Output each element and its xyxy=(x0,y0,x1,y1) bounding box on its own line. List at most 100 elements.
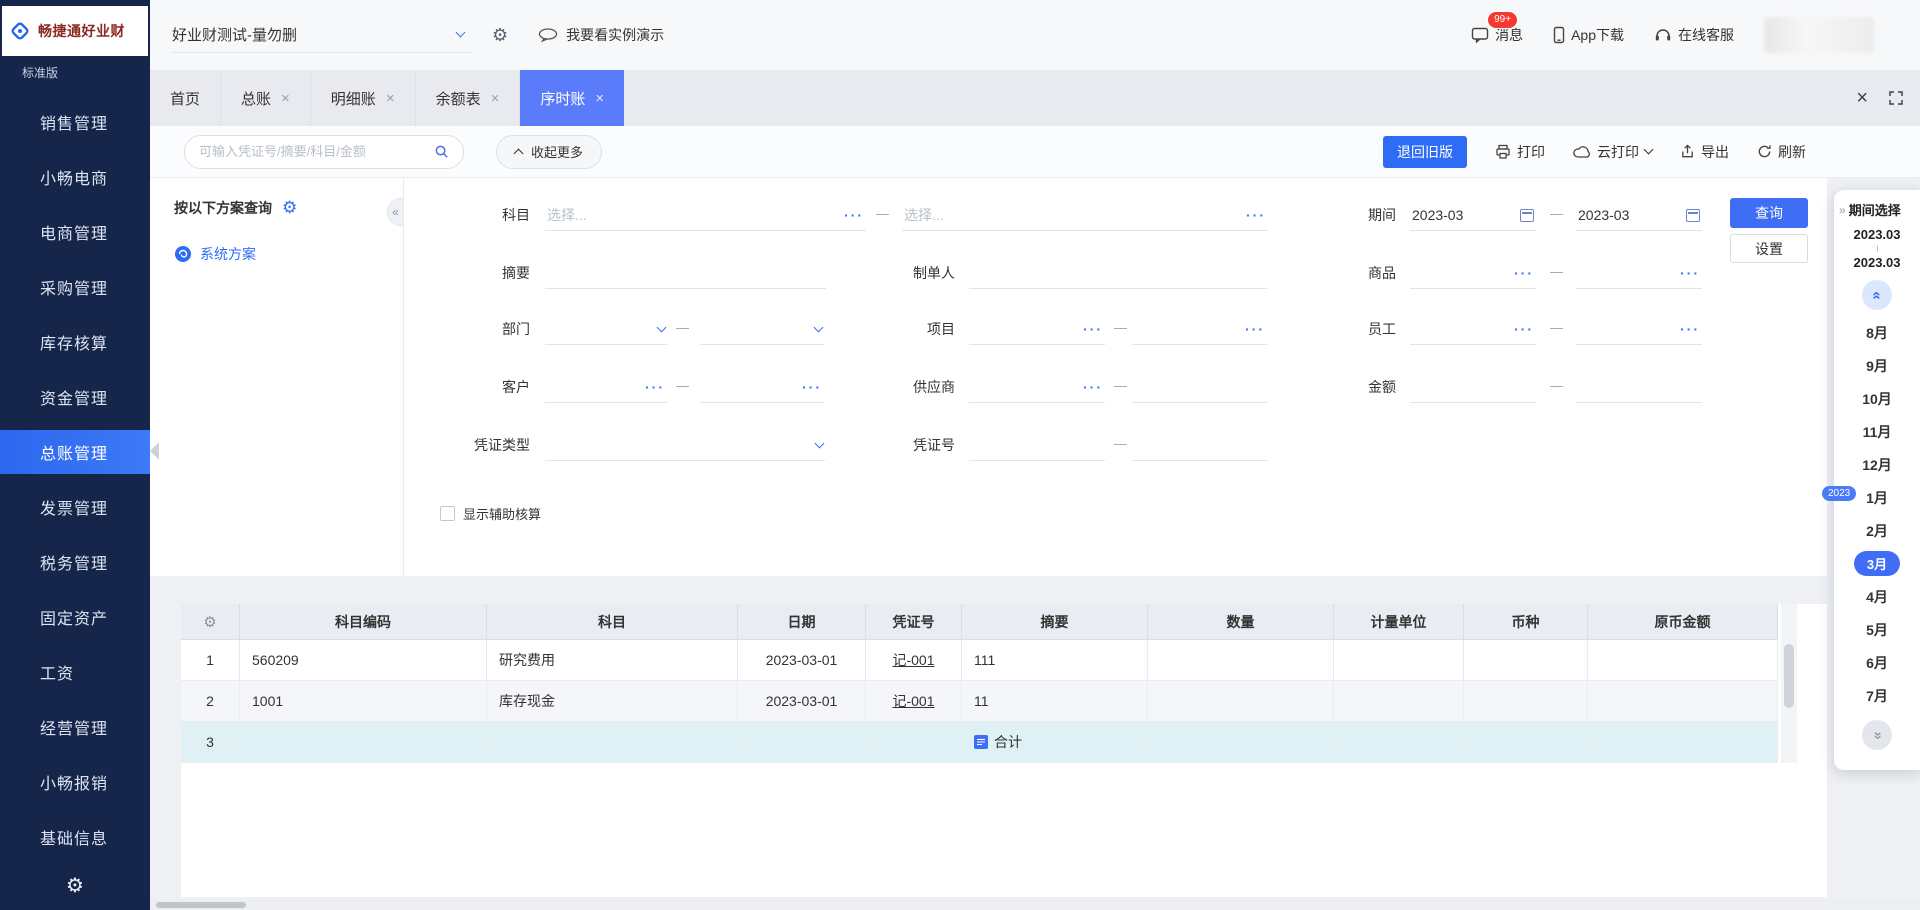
scroll-months-up-button[interactable]: « xyxy=(1862,280,1892,310)
col-header[interactable]: 日期 xyxy=(738,604,866,640)
search-icon[interactable] xyxy=(434,144,449,159)
col-header[interactable]: 计量单位 xyxy=(1334,604,1464,640)
print-button[interactable]: 打印 xyxy=(1495,142,1545,162)
fullscreen-icon[interactable] xyxy=(1888,70,1904,126)
horizontal-scrollbar[interactable] xyxy=(150,900,1920,910)
chevron-down-icon[interactable] xyxy=(814,438,825,448)
col-header[interactable]: 科目编码 xyxy=(240,604,487,640)
app-download-button[interactable]: App下载 xyxy=(1553,25,1624,45)
supplier-from-field[interactable]: ··· xyxy=(969,372,1105,403)
scheme-item-system[interactable]: 系统方案 xyxy=(174,244,403,264)
voucher-no-from-input[interactable] xyxy=(971,437,1103,453)
cloud-print-button[interactable]: 云打印 xyxy=(1573,142,1654,162)
col-header[interactable]: 凭证号 xyxy=(866,604,962,640)
period-panel-collapse-handle[interactable]: » xyxy=(1839,203,1846,217)
subject-to-select[interactable]: 选择... ··· xyxy=(902,200,1268,231)
tab-detail-ledger[interactable]: 明细账 × xyxy=(311,70,416,126)
scheme-gear-icon[interactable]: ⚙ xyxy=(282,198,297,218)
scroll-months-down-button[interactable]: « xyxy=(1862,720,1892,750)
sidebar-collapse-handle[interactable] xyxy=(150,442,159,460)
table-gear-icon[interactable]: ⚙ xyxy=(203,613,216,631)
goods-from-field[interactable]: ··· xyxy=(1410,258,1536,289)
sidebar-item-purchase-mgmt[interactable]: 采购管理 xyxy=(0,265,150,309)
project-to-field[interactable]: ··· xyxy=(1132,314,1267,345)
ellipsis-picker-button[interactable]: ··· xyxy=(802,379,822,395)
month-item[interactable]: 9月 xyxy=(1834,349,1920,382)
show-aux-checkbox-row[interactable]: 显示辅助核算 xyxy=(440,504,541,523)
ellipsis-picker-button[interactable]: ··· xyxy=(1246,207,1266,223)
summary-field[interactable] xyxy=(545,258,826,289)
close-icon[interactable]: × xyxy=(491,90,500,107)
dept-from-input[interactable] xyxy=(547,321,658,337)
sidebar-item-general-ledger[interactable]: 总账管理 xyxy=(0,430,150,474)
month-item[interactable]: 2月 xyxy=(1834,514,1920,547)
sidebar-item-xiaochang-reimburse[interactable]: 小畅报销 xyxy=(0,760,150,804)
ellipsis-picker-button[interactable]: ··· xyxy=(1514,265,1534,281)
sidebar-item-inventory-accounting[interactable]: 库存核算 xyxy=(0,320,150,364)
sidebar-item-sales-mgmt[interactable]: 销售管理 xyxy=(0,100,150,144)
refresh-button[interactable]: 刷新 xyxy=(1757,142,1806,162)
settings-button[interactable]: 设置 xyxy=(1730,234,1808,263)
customer-from-field[interactable]: ··· xyxy=(545,372,667,403)
dept-from-select[interactable] xyxy=(545,314,667,345)
table-settings-cell[interactable]: ⚙ xyxy=(181,604,240,640)
export-button[interactable]: 导出 xyxy=(1680,142,1729,162)
sidebar-item-basic-info[interactable]: 基础信息 xyxy=(0,815,150,859)
customer-to-input[interactable] xyxy=(702,379,802,395)
demo-link[interactable]: 我要看实例演示 xyxy=(538,25,664,45)
month-item[interactable]: 11月 xyxy=(1834,415,1920,448)
company-select[interactable]: 好业财测试-量勿删 xyxy=(172,17,472,53)
col-header[interactable]: 摘要 xyxy=(962,604,1148,640)
voucher-link[interactable]: 记-001 xyxy=(892,691,934,711)
ellipsis-picker-button[interactable]: ··· xyxy=(1514,321,1534,337)
amount-to-input[interactable] xyxy=(1578,379,1700,395)
col-header[interactable]: 科目 xyxy=(487,604,738,640)
ellipsis-picker-button[interactable]: ··· xyxy=(1245,321,1265,337)
checkbox-icon[interactable] xyxy=(440,506,455,521)
customer-to-field[interactable]: ··· xyxy=(700,372,824,403)
close-icon[interactable]: × xyxy=(595,90,604,107)
ellipsis-picker-button[interactable]: ··· xyxy=(1083,379,1103,395)
sidebar-settings-gear-icon[interactable]: ⚙ xyxy=(0,873,150,898)
tab-general-ledger[interactable]: 总账 × xyxy=(221,70,311,126)
chevron-down-icon[interactable] xyxy=(656,322,667,332)
voucher-type-input[interactable] xyxy=(547,437,816,453)
goods-to-field[interactable]: ··· xyxy=(1576,258,1702,289)
month-item[interactable]: 6月 xyxy=(1834,646,1920,679)
month-item-active[interactable]: 3月 xyxy=(1834,547,1920,580)
tab-balance-sheet[interactable]: 余额表 × xyxy=(416,70,521,126)
employee-to-input[interactable] xyxy=(1578,321,1680,337)
search-input[interactable] xyxy=(199,144,434,159)
month-item[interactable]: 5月 xyxy=(1834,613,1920,646)
sidebar-item-tax-mgmt[interactable]: 税务管理 xyxy=(0,540,150,584)
table-vertical-scrollbar[interactable] xyxy=(1781,604,1797,763)
gear-icon[interactable]: ⚙ xyxy=(492,25,508,46)
summary-input[interactable] xyxy=(547,265,824,281)
month-item[interactable]: 4月 xyxy=(1834,580,1920,613)
close-icon[interactable]: × xyxy=(281,90,290,107)
amount-from-field[interactable] xyxy=(1410,372,1536,403)
back-to-old-button[interactable]: 退回旧版 xyxy=(1383,135,1467,168)
goods-to-input[interactable] xyxy=(1578,265,1680,281)
collapse-more-button[interactable]: 收起更多 xyxy=(496,134,603,169)
maker-field[interactable] xyxy=(969,258,1267,289)
chevron-down-icon[interactable] xyxy=(813,322,824,332)
scrollbar-thumb[interactable] xyxy=(1784,644,1794,708)
supplier-from-input[interactable] xyxy=(971,379,1083,395)
ellipsis-picker-button[interactable]: ··· xyxy=(844,207,864,223)
amount-to-field[interactable] xyxy=(1576,372,1702,403)
customer-from-input[interactable] xyxy=(547,379,645,395)
period-to-input[interactable] xyxy=(1578,207,1686,223)
goods-from-input[interactable] xyxy=(1412,265,1514,281)
period-to-field[interactable] xyxy=(1576,200,1702,231)
voucher-no-to-input[interactable] xyxy=(1134,437,1265,453)
voucher-no-to-field[interactable] xyxy=(1132,430,1267,461)
month-item[interactable]: 12月 xyxy=(1834,448,1920,481)
close-icon[interactable]: × xyxy=(386,90,395,107)
tab-home[interactable]: 首页 xyxy=(150,70,222,126)
online-service-button[interactable]: 在线客服 xyxy=(1654,25,1734,45)
ellipsis-picker-button[interactable]: ··· xyxy=(1680,265,1700,281)
supplier-to-field[interactable] xyxy=(1132,372,1267,403)
calendar-icon[interactable] xyxy=(1686,208,1700,222)
maker-input[interactable] xyxy=(971,265,1265,281)
